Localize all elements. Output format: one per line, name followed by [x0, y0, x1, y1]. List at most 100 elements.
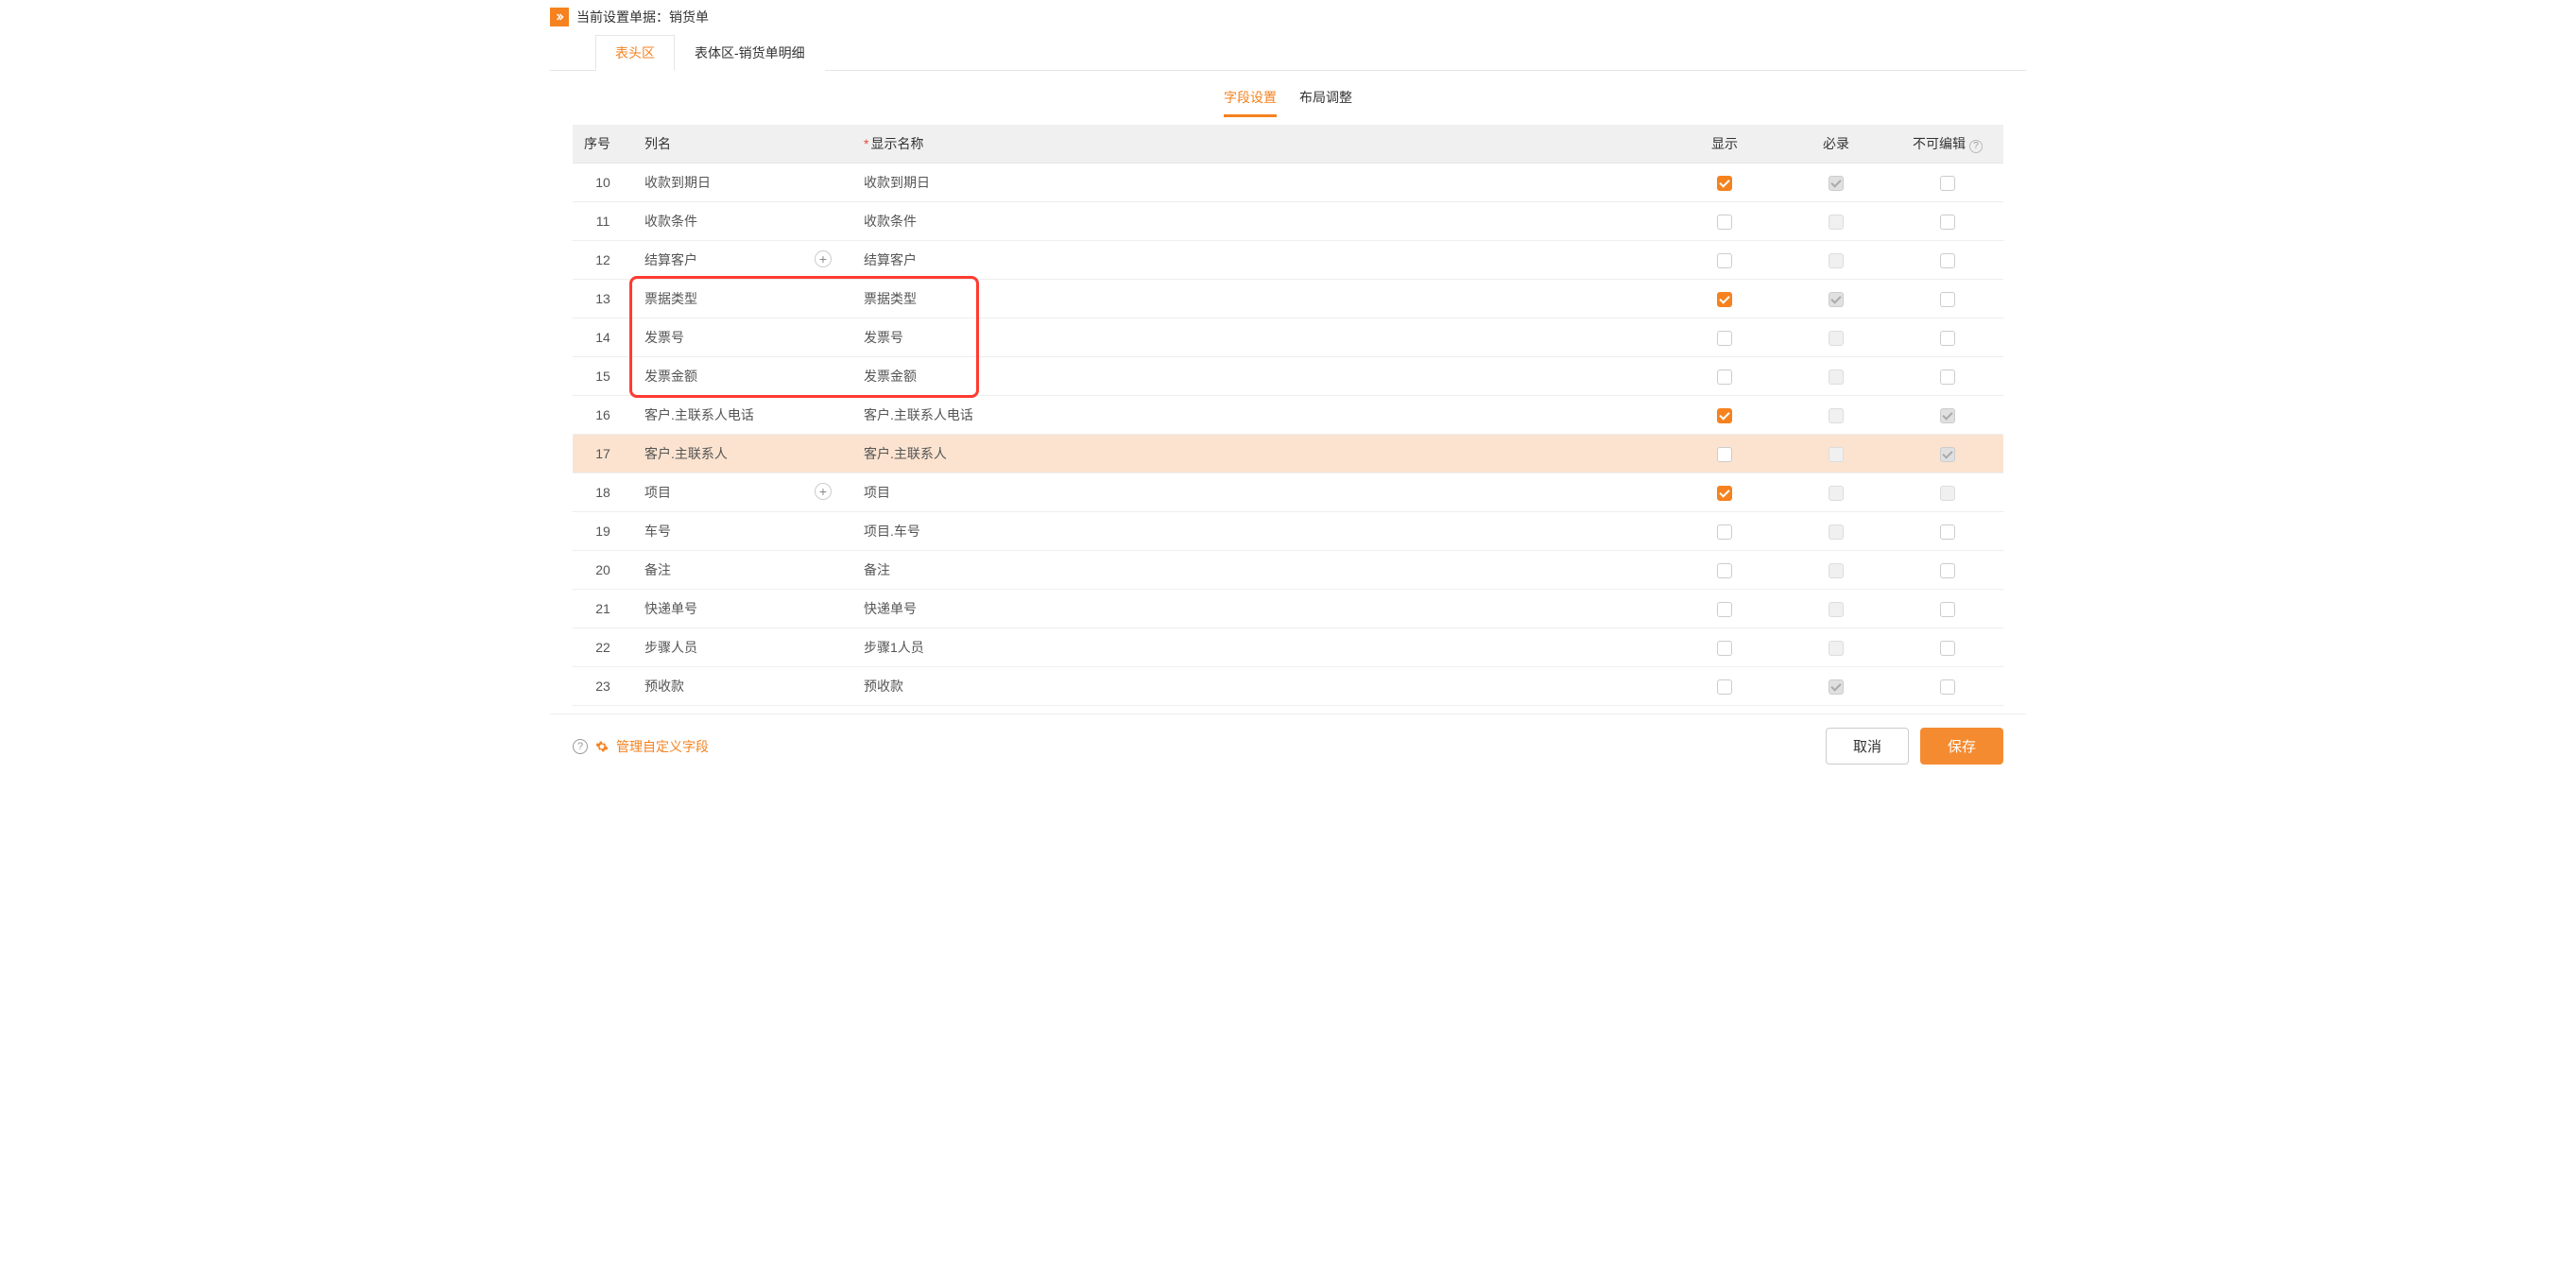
- required-checkbox: [1829, 408, 1844, 423]
- show-checkbox[interactable]: [1717, 370, 1732, 385]
- required-checkbox: [1829, 641, 1844, 656]
- cancel-button[interactable]: 取消: [1826, 728, 1909, 765]
- cell-seq: 11: [573, 202, 633, 241]
- cell-display[interactable]: 步骤1人员: [852, 628, 1669, 667]
- subtab-1[interactable]: 布局调整: [1299, 84, 1352, 117]
- cell-show: [1669, 163, 1780, 202]
- table-row: 13票据类型票据类型: [573, 280, 2003, 318]
- cell-name: 收款条件: [633, 202, 852, 241]
- cell-display[interactable]: 预收款: [852, 667, 1669, 706]
- cell-display[interactable]: 备注: [852, 551, 1669, 590]
- show-checkbox[interactable]: [1717, 408, 1732, 423]
- page-title-prefix: 当前设置单据：: [576, 8, 669, 26]
- cell-show: [1669, 202, 1780, 241]
- show-checkbox[interactable]: [1717, 563, 1732, 578]
- show-checkbox[interactable]: [1717, 331, 1732, 346]
- noedit-checkbox[interactable]: [1940, 679, 1955, 695]
- noedit-checkbox[interactable]: [1940, 563, 1955, 578]
- tab-0[interactable]: 表头区: [595, 35, 675, 71]
- show-checkbox[interactable]: [1717, 292, 1732, 307]
- table-row: 17客户.主联系人客户.主联系人: [573, 435, 2003, 473]
- manage-custom-fields-link[interactable]: 管理自定义字段: [616, 737, 709, 756]
- cell-seq: 18: [573, 473, 633, 512]
- required-checkbox: [1829, 292, 1844, 307]
- table-row: 18项目+项目: [573, 473, 2003, 512]
- noedit-checkbox[interactable]: [1940, 215, 1955, 230]
- noedit-checkbox: [1940, 486, 1955, 501]
- cell-display[interactable]: 项目.车号: [852, 512, 1669, 551]
- cell-noedit: [1892, 590, 2003, 628]
- show-checkbox[interactable]: [1717, 602, 1732, 617]
- cell-display[interactable]: 客户.主联系人电话: [852, 396, 1669, 435]
- cell-show: [1669, 435, 1780, 473]
- cell-required: [1780, 551, 1892, 590]
- cell-display[interactable]: 客户.主联系人: [852, 435, 1669, 473]
- cell-display[interactable]: 票据类型: [852, 280, 1669, 318]
- noedit-checkbox[interactable]: [1940, 331, 1955, 346]
- th-required: 必录: [1780, 125, 1892, 163]
- save-button[interactable]: 保存: [1920, 728, 2003, 765]
- required-checkbox: [1829, 524, 1844, 540]
- cell-display[interactable]: 收款条件: [852, 202, 1669, 241]
- cell-show: [1669, 551, 1780, 590]
- cell-show: [1669, 357, 1780, 396]
- cell-display[interactable]: 项目: [852, 473, 1669, 512]
- noedit-checkbox[interactable]: [1940, 292, 1955, 307]
- cell-display[interactable]: 结算客户: [852, 241, 1669, 280]
- noedit-checkbox[interactable]: [1940, 253, 1955, 268]
- show-checkbox[interactable]: [1717, 447, 1732, 462]
- cell-show: [1669, 318, 1780, 357]
- help-icon[interactable]: ?: [573, 739, 588, 754]
- cell-noedit: [1892, 357, 2003, 396]
- noedit-checkbox[interactable]: [1940, 176, 1955, 191]
- show-checkbox[interactable]: [1717, 253, 1732, 268]
- cell-display[interactable]: 快递单号: [852, 590, 1669, 628]
- noedit-checkbox[interactable]: [1940, 602, 1955, 617]
- show-checkbox[interactable]: [1717, 524, 1732, 540]
- gear-icon: [595, 740, 609, 753]
- expand-panel-button[interactable]: [550, 8, 569, 26]
- th-seq: 序号: [573, 125, 633, 163]
- add-icon[interactable]: +: [815, 483, 832, 500]
- cell-name: 票据类型: [633, 280, 852, 318]
- cell-seq: 10: [573, 163, 633, 202]
- table-row: 19车号项目.车号: [573, 512, 2003, 551]
- cell-seq: 15: [573, 357, 633, 396]
- table-row: 12结算客户+结算客户: [573, 241, 2003, 280]
- help-icon[interactable]: ?: [1969, 140, 1983, 153]
- cell-display[interactable]: 发票号: [852, 318, 1669, 357]
- table-row: 20备注备注: [573, 551, 2003, 590]
- noedit-checkbox[interactable]: [1940, 524, 1955, 540]
- show-checkbox[interactable]: [1717, 679, 1732, 695]
- cell-display[interactable]: 收款到期日: [852, 163, 1669, 202]
- required-checkbox: [1829, 486, 1844, 501]
- tab-1[interactable]: 表体区-销货单明细: [675, 35, 825, 71]
- add-icon[interactable]: +: [815, 250, 832, 267]
- show-checkbox[interactable]: [1717, 215, 1732, 230]
- table-row: 11收款条件收款条件: [573, 202, 2003, 241]
- cell-name: 快递单号: [633, 590, 852, 628]
- show-checkbox[interactable]: [1717, 176, 1732, 191]
- cell-noedit: [1892, 628, 2003, 667]
- subtab-0[interactable]: 字段设置: [1224, 84, 1277, 117]
- noedit-checkbox[interactable]: [1940, 370, 1955, 385]
- required-checkbox: [1829, 370, 1844, 385]
- fields-table: 序号 列名 *显示名称 显示 必录 不可编辑? 10收款到期日收款到期日11收款…: [573, 125, 2003, 706]
- cell-seq: 20: [573, 551, 633, 590]
- cell-show: [1669, 280, 1780, 318]
- th-name: 列名: [633, 125, 852, 163]
- table-row: 15发票金额发票金额: [573, 357, 2003, 396]
- noedit-checkbox: [1940, 408, 1955, 423]
- cell-name: 车号: [633, 512, 852, 551]
- table-row: 14发票号发票号: [573, 318, 2003, 357]
- cell-seq: 22: [573, 628, 633, 667]
- required-checkbox: [1829, 176, 1844, 191]
- cell-display[interactable]: 发票金额: [852, 357, 1669, 396]
- cell-name: 发票金额: [633, 357, 852, 396]
- show-checkbox[interactable]: [1717, 486, 1732, 501]
- noedit-checkbox[interactable]: [1940, 641, 1955, 656]
- show-checkbox[interactable]: [1717, 641, 1732, 656]
- table-row: 23预收款预收款: [573, 667, 2003, 706]
- cell-name: 客户.主联系人: [633, 435, 852, 473]
- table-row: 10收款到期日收款到期日: [573, 163, 2003, 202]
